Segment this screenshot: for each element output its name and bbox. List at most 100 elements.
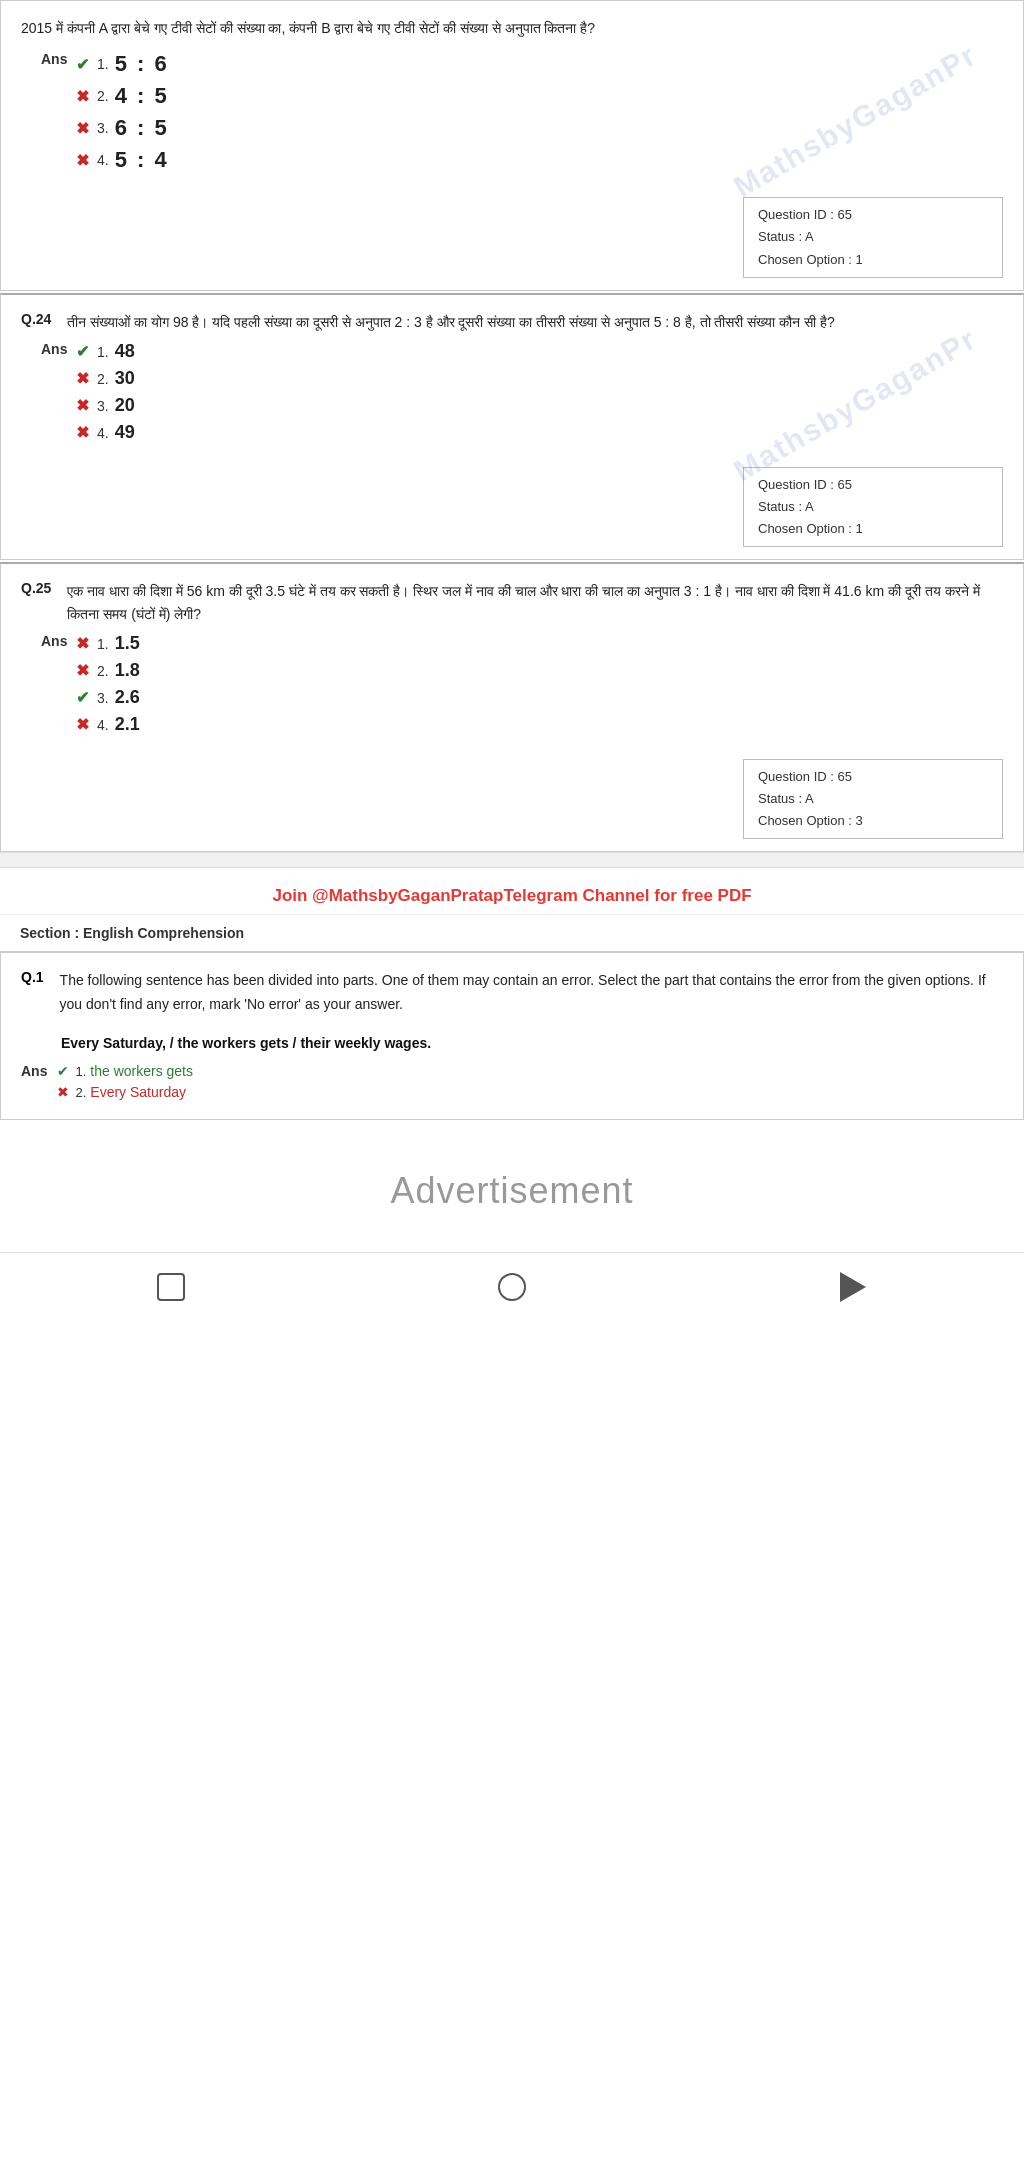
info-chosen-q23: Chosen Option : 1 [758, 249, 988, 271]
info-qid-q25: Question ID : 65 [758, 766, 988, 788]
cross-icon-q25-2: ✖ [76, 661, 89, 680]
eng-question-block-q1: Q.1 The following sentence has been divi… [0, 952, 1024, 1120]
option-q24-2: ✖ 2. 30 [76, 368, 135, 389]
eng-ans-label: Ans [21, 1063, 47, 1079]
advertisement: Advertisement [0, 1120, 1024, 1252]
question-block-q23: 2015 में कंपनी A द्वारा बेचे गए टीवी सेट… [0, 0, 1024, 291]
cross-icon-q23-3: ✖ [76, 119, 89, 138]
nav-square-button[interactable] [153, 1269, 189, 1305]
cross-icon-q25-1: ✖ [76, 634, 89, 653]
eng-option-text-2: Every Saturday [90, 1084, 186, 1100]
q-number-q25: Q.25 [21, 580, 51, 625]
eng-option-1: ✔ 1. the workers gets [57, 1063, 193, 1079]
option-q24-4: ✖ 4. 49 [76, 422, 135, 443]
option-text-q23-1: 5 : 6 [115, 51, 169, 77]
question-text-q23: 2015 में कंपनी A द्वारा बेचे गए टीवी सेट… [21, 17, 1003, 39]
info-status-q24: Status : A [758, 496, 988, 518]
eng-sentence: Every Saturday, / the workers gets / the… [61, 1035, 1003, 1051]
cross-icon-q25-4: ✖ [76, 715, 89, 734]
question-text-q25: एक नाव धारा की दिशा में 56 km की दूरी 3.… [67, 580, 1003, 625]
check-icon-eng-1: ✔ [57, 1063, 69, 1079]
option-q23-4: ✖ 4. 5 : 4 [76, 147, 169, 173]
info-qid-q23: Question ID : 65 [758, 204, 988, 226]
nav-back-button[interactable] [835, 1269, 871, 1305]
option-num-q23-1: 1. [97, 56, 109, 72]
triangle-icon [840, 1272, 866, 1302]
question-text-q24: तीन संख्याओं का योग 98 है। यदि पहली संख्… [67, 311, 834, 333]
cross-icon-q23-2: ✖ [76, 87, 89, 106]
eng-option-num-1: 1. [75, 1064, 86, 1079]
option-q23-3: ✖ 3. 6 : 5 [76, 115, 169, 141]
info-qid-q24: Question ID : 65 [758, 474, 988, 496]
option-num-q24-4: 4. [97, 425, 109, 441]
options-q23: ✔ 1. 5 : 6 ✖ 2. 4 : 5 ✖ 3. 6 : 5 [76, 51, 169, 179]
telegram-banner[interactable]: Join @MathsbyGaganPratapTelegram Channel… [0, 868, 1024, 915]
eng-option-2: ✖ 2. Every Saturday [57, 1084, 193, 1100]
option-text-q23-2: 4 : 5 [115, 83, 169, 109]
info-box-q23: Question ID : 65 Status : A Chosen Optio… [743, 197, 1003, 277]
q-number-q24: Q.24 [21, 311, 51, 333]
option-text-q25-3: 2.6 [115, 687, 140, 708]
nav-bar [0, 1252, 1024, 1315]
info-box-q24: Question ID : 65 Status : A Chosen Optio… [743, 467, 1003, 547]
info-status-q25: Status : A [758, 788, 988, 810]
option-q25-3: ✔ 3. 2.6 [76, 687, 140, 708]
option-num-q25-4: 4. [97, 717, 109, 733]
option-text-q25-2: 1.8 [115, 660, 140, 681]
option-text-q23-3: 6 : 5 [115, 115, 169, 141]
eng-options: ✔ 1. the workers gets ✖ 2. Every Saturda… [57, 1063, 193, 1105]
section-label: Section : [20, 925, 83, 941]
option-text-q25-1: 1.5 [115, 633, 140, 654]
info-status-q23: Status : A [758, 226, 988, 248]
option-text-q24-2: 30 [115, 368, 135, 389]
cross-icon-q24-3: ✖ [76, 396, 89, 415]
option-q24-3: ✖ 3. 20 [76, 395, 135, 416]
nav-circle-button[interactable] [494, 1269, 530, 1305]
eng-option-num-2: 2. [75, 1085, 86, 1100]
page: 2015 में कंपनी A द्वारा बेचे गए टीवी सेट… [0, 0, 1024, 1315]
option-q23-2: ✖ 2. 4 : 5 [76, 83, 169, 109]
option-q25-1: ✖ 1. 1.5 [76, 633, 140, 654]
option-num-q24-2: 2. [97, 371, 109, 387]
option-text-q24-3: 20 [115, 395, 135, 416]
section-header: Section : English Comprehension [0, 915, 1024, 952]
eng-option-text-1: the workers gets [90, 1063, 193, 1079]
option-q24-1: ✔ 1. 48 [76, 341, 135, 362]
check-icon-q24-1: ✔ [76, 342, 89, 361]
option-q25-2: ✖ 2. 1.8 [76, 660, 140, 681]
section-name: English Comprehension [83, 925, 244, 941]
option-text-q24-1: 48 [115, 341, 135, 362]
square-icon [157, 1273, 185, 1301]
info-box-q25: Question ID : 65 Status : A Chosen Optio… [743, 759, 1003, 839]
option-num-q25-1: 1. [97, 636, 109, 652]
ans-label-q23: Ans [41, 51, 67, 67]
option-num-q25-2: 2. [97, 663, 109, 679]
cross-icon-eng-2: ✖ [57, 1084, 69, 1100]
eng-q-number: Q.1 [21, 969, 44, 1027]
check-icon-q25-3: ✔ [76, 688, 89, 707]
option-num-q24-3: 3. [97, 398, 109, 414]
option-text-q24-4: 49 [115, 422, 135, 443]
cross-icon-q23-4: ✖ [76, 151, 89, 170]
options-q24: ✔ 1. 48 ✖ 2. 30 ✖ 3. 20 ✖ [76, 341, 135, 449]
option-num-q24-1: 1. [97, 344, 109, 360]
info-chosen-q24: Chosen Option : 1 [758, 518, 988, 540]
option-q23-1: ✔ 1. 5 : 6 [76, 51, 169, 77]
check-icon-q23-1: ✔ [76, 55, 89, 74]
circle-icon [498, 1273, 526, 1301]
options-q25: ✖ 1. 1.5 ✖ 2. 1.8 ✔ 3. 2.6 [76, 633, 140, 741]
ans-label-q25: Ans [41, 633, 67, 649]
option-q25-4: ✖ 4. 2.1 [76, 714, 140, 735]
info-chosen-q25: Chosen Option : 3 [758, 810, 988, 832]
page-divider [0, 852, 1024, 868]
question-block-q25: Q.25 एक नाव धारा की दिशा में 56 km की दू… [0, 562, 1024, 852]
cross-icon-q24-2: ✖ [76, 369, 89, 388]
option-text-q23-4: 5 : 4 [115, 147, 169, 173]
option-text-q25-4: 2.1 [115, 714, 140, 735]
ans-label-q24: Ans [41, 341, 67, 357]
option-num-q23-3: 3. [97, 120, 109, 136]
option-num-q23-4: 4. [97, 152, 109, 168]
option-num-q23-2: 2. [97, 88, 109, 104]
eng-question-text: The following sentence has been divided … [60, 969, 1003, 1017]
option-num-q25-3: 3. [97, 690, 109, 706]
